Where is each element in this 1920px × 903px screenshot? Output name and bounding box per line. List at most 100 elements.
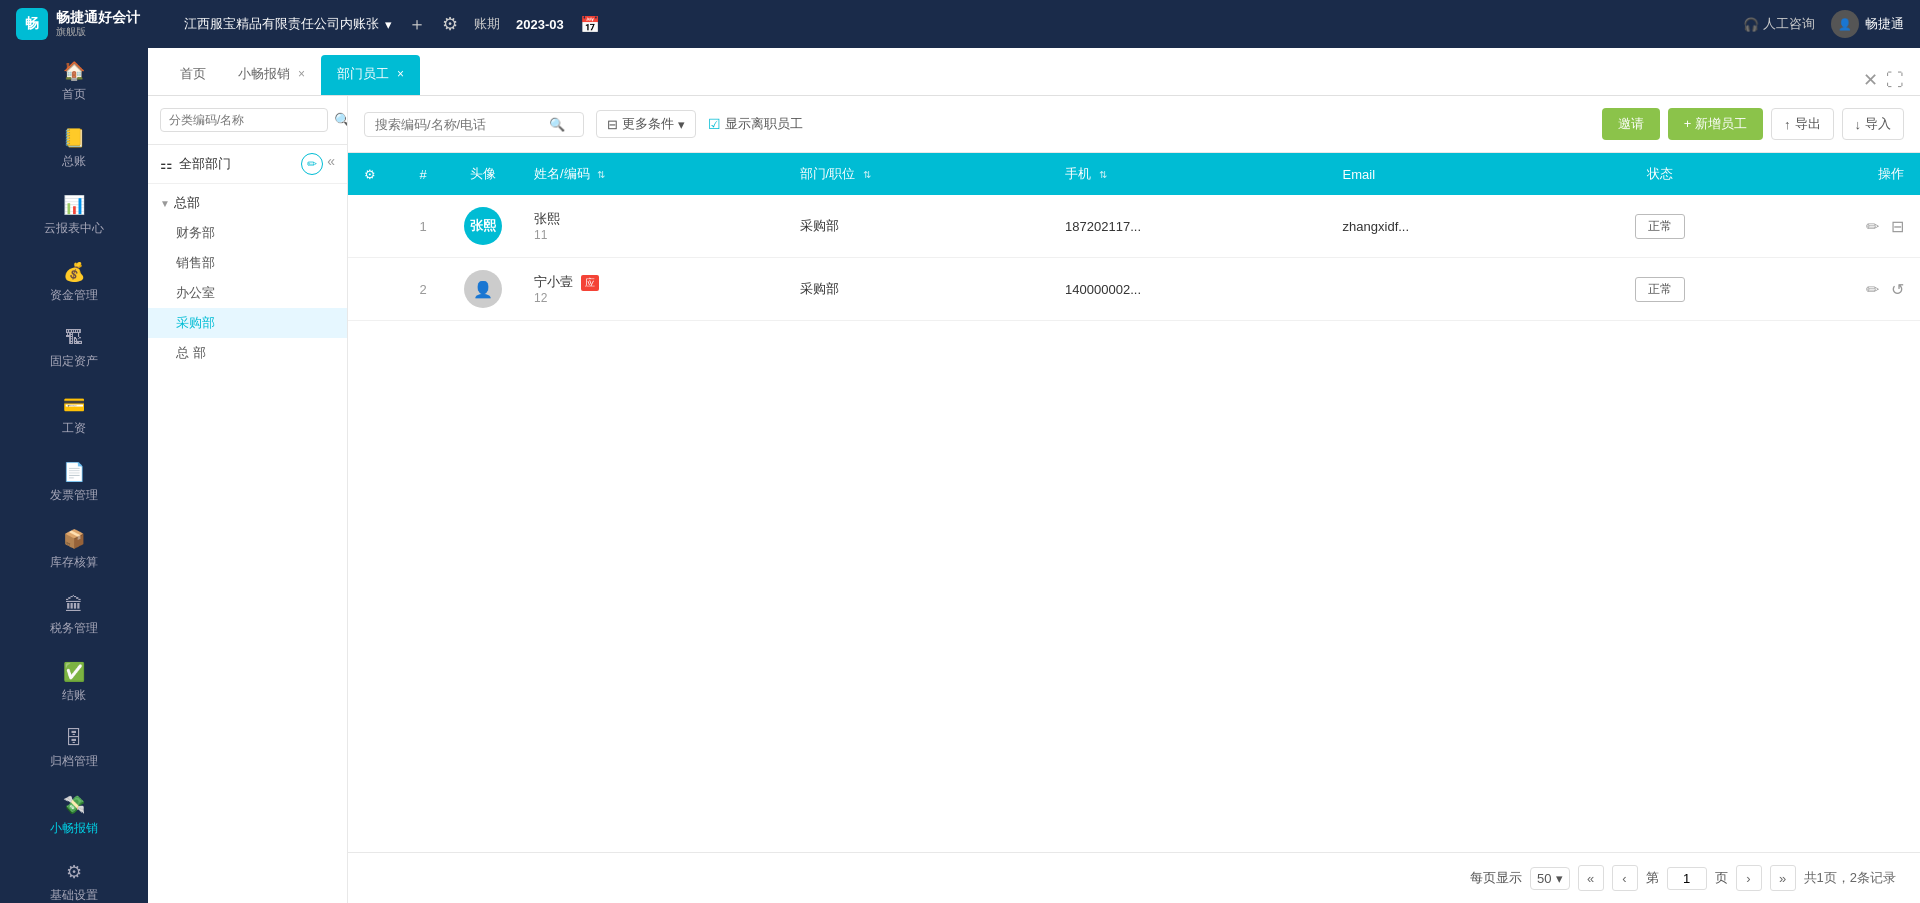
th-num: #: [398, 153, 448, 195]
dept-node-headquarters[interactable]: 总 部: [148, 338, 347, 368]
dept-search-area: 🔍: [148, 96, 347, 145]
sidebar-item-salary[interactable]: 💳 工资: [0, 382, 148, 449]
row2-delete-icon[interactable]: ↺: [1891, 280, 1904, 299]
sidebar-item-reports[interactable]: 📊 云报表中心: [0, 182, 148, 249]
add-button[interactable]: ＋: [408, 12, 426, 36]
sidebar: 🏠 首页 📒 总账 📊 云报表中心 💰 资金管理 🏗 固定资产 💳 工资 📄 发…: [0, 48, 148, 903]
settlement-icon: ✅: [63, 661, 85, 683]
tab-dept-close[interactable]: ×: [397, 67, 404, 81]
page-size-selector[interactable]: 50 ▾: [1530, 867, 1569, 890]
checkbox-icon: ☑: [708, 116, 721, 132]
dept-node-purchase[interactable]: 采购部: [148, 308, 347, 338]
headset-icon: 🎧: [1743, 17, 1759, 32]
dropdown-icon: ▾: [385, 17, 392, 32]
employee-panel: 🔍 ⊟ 更多条件 ▾ ☑ 显示离职员工 邀请: [348, 96, 1920, 903]
top-header: 畅 畅捷通好会计 旗舰版 江西服宝精品有限责任公司内账张 ▾ ＋ ⚙ 账期 20…: [0, 0, 1920, 48]
service-button[interactable]: 🎧 人工咨询: [1743, 15, 1815, 33]
sidebar-item-tax[interactable]: 🏛 税务管理: [0, 583, 148, 649]
tab-bar-right: ✕ ⛶: [1863, 69, 1904, 95]
sidebar-item-label: 首页: [62, 86, 86, 103]
dept-node-parent[interactable]: ▼ 总部: [148, 188, 347, 218]
table-row: 2 👤 宁小壹: [348, 258, 1920, 321]
company-selector[interactable]: 江西服宝精品有限责任公司内账张 ▾: [184, 15, 392, 33]
th-status: 状态: [1580, 153, 1740, 195]
main-layout: 🏠 首页 📒 总账 📊 云报表中心 💰 资金管理 🏗 固定资产 💳 工资 📄 发…: [0, 48, 1920, 903]
import-button[interactable]: ↓ 导入: [1842, 108, 1905, 140]
row1-name-code: 张熙 11: [518, 195, 784, 258]
sidebar-item-settlement[interactable]: ✅ 结账: [0, 649, 148, 716]
sidebar-item-basic-settings[interactable]: ⚙ 基础设置: [0, 849, 148, 903]
row1-name: 张熙: [534, 210, 768, 228]
invoice-icon: 📄: [63, 461, 85, 483]
row1-actions: ✏ ⊟: [1740, 195, 1920, 258]
row2-name-code-cell: 宁小壹 应 12: [534, 273, 768, 305]
last-page-button[interactable]: »: [1770, 865, 1796, 891]
sidebar-item-inventory[interactable]: 📦 库存核算: [0, 516, 148, 583]
row1-email: zhangxidf...: [1327, 195, 1580, 258]
prev-page-button[interactable]: ‹: [1612, 865, 1638, 891]
ledger-icon: 📒: [63, 127, 85, 149]
row1-edit-icon[interactable]: ✏: [1866, 217, 1879, 236]
th-dept[interactable]: 部门/职位 ⇅: [784, 153, 1050, 195]
row2-actions: ✏ ↺: [1740, 258, 1920, 321]
expand-icon[interactable]: ⛶: [1886, 70, 1904, 91]
sidebar-item-invoice[interactable]: 📄 发票管理: [0, 449, 148, 516]
show-resign-checkbox[interactable]: ☑ 显示离职员工: [708, 115, 803, 133]
avatar: 👤: [1831, 10, 1859, 38]
row1-avatar: 张熙: [448, 195, 518, 258]
th-phone[interactable]: 手机 ⇅: [1049, 153, 1327, 195]
row1-exit-icon[interactable]: ⊟: [1891, 217, 1904, 236]
export-button[interactable]: ↑ 导出: [1771, 108, 1834, 140]
dept-search-icon[interactable]: 🔍: [334, 112, 348, 128]
page-size-label: 每页显示: [1470, 869, 1522, 887]
filter-dropdown-icon: ▾: [678, 117, 685, 132]
page-number-input[interactable]: [1667, 867, 1707, 890]
tab-dept-employee[interactable]: 部门员工 ×: [321, 55, 420, 95]
tab-home[interactable]: 首页: [164, 55, 222, 95]
th-name-code[interactable]: 姓名/编码 ⇅: [518, 153, 784, 195]
th-settings[interactable]: ⚙: [348, 153, 398, 195]
period-value: 2023-03: [516, 17, 564, 32]
dept-node-office[interactable]: 办公室: [148, 278, 347, 308]
row1-dept: 采购部: [784, 195, 1050, 258]
sidebar-item-funds[interactable]: 💰 资金管理: [0, 249, 148, 316]
search-icon[interactable]: 🔍: [549, 117, 565, 132]
row2-avatar: 👤: [448, 258, 518, 321]
filter-button[interactable]: ⊟ 更多条件 ▾: [596, 110, 696, 138]
dept-panel: 🔍 ⚏ 全部部门 ✏ « ▼ 总部: [148, 96, 348, 903]
row1-action-btns: ✏ ⊟: [1756, 217, 1904, 236]
import-label: 导入: [1865, 115, 1891, 133]
sidebar-item-fixed-assets[interactable]: 🏗 固定资产: [0, 316, 148, 382]
collapse-button[interactable]: «: [327, 153, 335, 175]
sort-arrows-dept: ⇅: [863, 169, 871, 180]
calendar-icon[interactable]: 📅: [580, 15, 600, 34]
triangle-icon: ▼: [160, 198, 170, 209]
row1-name-code-cell: 张熙 11: [534, 210, 768, 242]
user-area[interactable]: 👤 畅捷通: [1831, 10, 1904, 38]
close-window-icon[interactable]: ✕: [1863, 69, 1878, 91]
sidebar-item-archive[interactable]: 🗄 归档管理: [0, 716, 148, 782]
dept-office-label: 办公室: [176, 285, 215, 300]
sidebar-item-ledger[interactable]: 📒 总账: [0, 115, 148, 182]
dept-node-sales[interactable]: 销售部: [148, 248, 347, 278]
expense-icon: 💸: [63, 794, 85, 816]
invite-button[interactable]: 邀请: [1602, 108, 1660, 140]
sidebar-item-home[interactable]: 🏠 首页: [0, 48, 148, 115]
pagination: 每页显示 50 ▾ « ‹ 第 页 ›: [348, 852, 1920, 903]
tab-expense[interactable]: 小畅报销 ×: [222, 55, 321, 95]
sort-arrows-phone: ⇅: [1099, 169, 1107, 180]
add-dept-button[interactable]: ✏: [301, 153, 323, 175]
sidebar-item-expense[interactable]: 💸 小畅报销: [0, 782, 148, 849]
add-employee-button[interactable]: + 新增员工: [1668, 108, 1763, 140]
row2-edit-icon[interactable]: ✏: [1866, 280, 1879, 299]
page-size-value: 50: [1537, 871, 1551, 886]
settings-button[interactable]: ⚙: [442, 13, 458, 35]
tab-expense-close[interactable]: ×: [298, 67, 305, 81]
first-page-button[interactable]: «: [1578, 865, 1604, 891]
next-page-button[interactable]: ›: [1736, 865, 1762, 891]
dept-search-input[interactable]: [160, 108, 328, 132]
employee-search-input[interactable]: [375, 117, 543, 132]
table-body: 1 张熙 张熙 11: [348, 195, 1920, 321]
sidebar-item-label: 工资: [62, 420, 86, 437]
dept-node-finance[interactable]: 财务部: [148, 218, 347, 248]
